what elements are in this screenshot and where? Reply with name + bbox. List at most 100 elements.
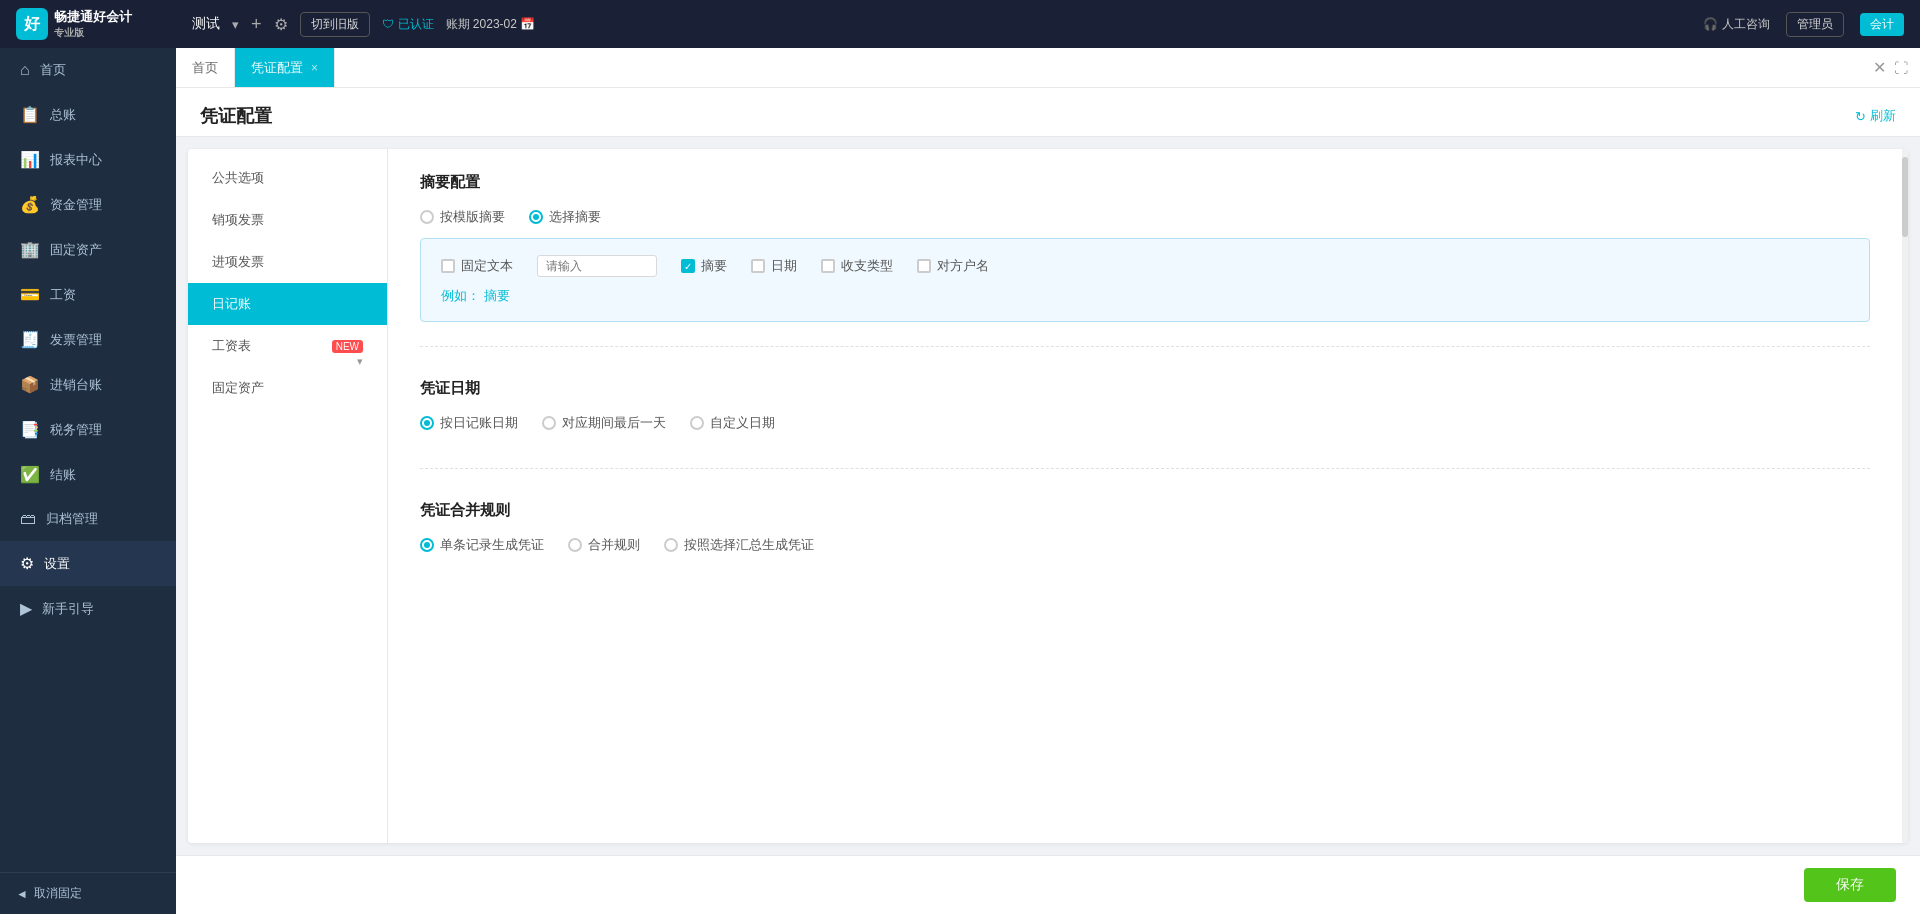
example-text: 例如： 摘要 — [441, 287, 1849, 305]
sidebar-item-settings[interactable]: ⚙ 设置 — [0, 541, 176, 586]
consult-label: 人工咨询 — [1722, 16, 1770, 33]
sidebar-label-home: 首页 — [40, 61, 66, 79]
ledger-icon: 📋 — [20, 105, 40, 124]
checkbox-fixed-text[interactable]: 固定文本 — [441, 257, 513, 275]
accountant-button[interactable]: 会计 — [1860, 13, 1904, 36]
settings-icon: ⚙ — [20, 554, 34, 573]
sidebar-item-report[interactable]: 📊 报表中心 — [0, 137, 176, 182]
tab-bar-actions: ✕ ⛶ — [1873, 58, 1920, 77]
consult-button[interactable]: 🎧 人工咨询 — [1703, 16, 1770, 33]
checkbox-payment-type[interactable]: 收支类型 — [821, 257, 893, 275]
window-close-icon[interactable]: ✕ — [1873, 58, 1886, 77]
summary-checkboxes: 固定文本 ✓ 摘要 日期 — [441, 255, 1849, 277]
salary-icon: 💳 — [20, 285, 40, 304]
sidebar-label-tax: 税务管理 — [50, 421, 102, 439]
fixed-text-input[interactable] — [537, 255, 657, 277]
topbar: 好 畅捷通好会计 专业版 测试 ▾ + ⚙ 切到旧版 🛡 已认证 账期 2023… — [0, 0, 1920, 48]
config-panel: 摘要配置 按模版摘要 选择摘要 — [388, 149, 1902, 843]
sidebar-item-invoice[interactable]: 🧾 发票管理 — [0, 317, 176, 362]
nav-item-journal[interactable]: 日记账 — [188, 283, 387, 325]
new-badge: NEW — [332, 340, 363, 353]
date-radio-group: 按日记账日期 对应期间最后一天 自定义日期 — [420, 414, 1870, 432]
trade-icon: 📦 — [20, 375, 40, 394]
radio-journal-date-circle — [420, 416, 434, 430]
sidebar-item-trade[interactable]: 📦 进销台账 — [0, 362, 176, 407]
cancel-fixed-label: 取消固定 — [34, 885, 82, 902]
company-name: 测试 — [192, 15, 220, 33]
expand-icon: ▾ — [357, 355, 363, 368]
summary-radio-template[interactable]: 按模版摘要 — [420, 208, 505, 226]
sidebar-label-settle: 结账 — [50, 466, 76, 484]
sidebar-label-settings: 设置 — [44, 555, 70, 573]
switch-version-button[interactable]: 切到旧版 — [300, 12, 370, 37]
sidebar-item-guide[interactable]: ▶ 新手引导 — [0, 586, 176, 631]
sidebar-item-capital[interactable]: 💰 资金管理 — [0, 182, 176, 227]
sidebar-label-archive: 归档管理 — [46, 510, 98, 528]
headset-icon: 🎧 — [1703, 17, 1718, 31]
date-radio-custom[interactable]: 自定义日期 — [690, 414, 775, 432]
logo-icon: 好 — [16, 8, 48, 40]
sidebar-label-capital: 资金管理 — [50, 196, 102, 214]
sidebar-item-settle[interactable]: ✅ 结账 — [0, 452, 176, 497]
merge-radio-select[interactable]: 按照选择汇总生成凭证 — [664, 536, 814, 554]
nav-item-salary-table[interactable]: 工资表 NEW ▾ — [188, 325, 387, 367]
cancel-fixed-button[interactable]: ◄ 取消固定 — [16, 885, 160, 902]
settle-icon: ✅ — [20, 465, 40, 484]
sidebar-label-report: 报表中心 — [50, 151, 102, 169]
refresh-icon: ↻ — [1855, 109, 1866, 124]
checkbox-counterparty[interactable]: 对方户名 — [917, 257, 989, 275]
summary-options-box: 固定文本 ✓ 摘要 日期 — [420, 238, 1870, 322]
guide-icon: ▶ — [20, 599, 32, 618]
summary-radio-select[interactable]: 选择摘要 — [529, 208, 601, 226]
sidebar-item-home[interactable]: ⌂ 首页 — [0, 48, 176, 92]
logo-sub-text: 专业版 — [54, 26, 132, 40]
left-nav: 公共选项 销项发票 进项发票 日记账 工资表 NEW — [188, 149, 388, 843]
radio-custom-circle — [690, 416, 704, 430]
tax-icon: 📑 — [20, 420, 40, 439]
sidebar-bottom: ◄ 取消固定 — [0, 872, 176, 914]
checkbox-date[interactable]: 日期 — [751, 257, 797, 275]
right-scrollbar[interactable] — [1902, 149, 1908, 843]
nav-item-fixed-asset[interactable]: 固定资产 — [188, 367, 387, 409]
nav-item-public[interactable]: 公共选项 — [188, 157, 387, 199]
sidebar-item-ledger[interactable]: 📋 总账 — [0, 92, 176, 137]
archive-icon: 🗃 — [20, 510, 36, 528]
sidebar-item-archive[interactable]: 🗃 归档管理 — [0, 497, 176, 541]
tab-home[interactable]: 首页 — [176, 48, 235, 87]
merge-radio-rule[interactable]: 合并规则 — [568, 536, 640, 554]
date-radio-journal[interactable]: 按日记账日期 — [420, 414, 518, 432]
example-prefix: 例如： — [441, 288, 480, 303]
window-expand-icon[interactable]: ⛶ — [1894, 60, 1908, 76]
radio-custom-label: 自定义日期 — [710, 414, 775, 432]
sidebar-label-guide: 新手引导 — [42, 600, 94, 618]
nav-item-sales[interactable]: 销项发票 — [188, 199, 387, 241]
nav-item-purchase[interactable]: 进项发票 — [188, 241, 387, 283]
company-chevron-icon[interactable]: ▾ — [232, 17, 239, 32]
refresh-button[interactable]: ↻ 刷新 — [1855, 107, 1896, 125]
radio-select-circle — [529, 210, 543, 224]
period-value: 2023-02 — [473, 17, 517, 31]
merge-radio-single[interactable]: 单条记录生成凭证 — [420, 536, 544, 554]
sidebar-item-assets[interactable]: 🏢 固定资产 — [0, 227, 176, 272]
checkbox-summary[interactable]: ✓ 摘要 — [681, 257, 727, 275]
summary-checkbox: ✓ — [681, 259, 695, 273]
fixed-text-checkbox — [441, 259, 455, 273]
gear-icon[interactable]: ⚙ — [274, 15, 288, 34]
radio-rule-circle — [568, 538, 582, 552]
tab-home-label: 首页 — [192, 59, 218, 77]
date-radio-last-day[interactable]: 对应期间最后一天 — [542, 414, 666, 432]
sidebar-item-salary[interactable]: 💳 工资 — [0, 272, 176, 317]
radio-last-day-circle — [542, 416, 556, 430]
add-icon[interactable]: + — [251, 14, 262, 35]
example-value: 摘要 — [484, 288, 510, 303]
sidebar-item-tax[interactable]: 📑 税务管理 — [0, 407, 176, 452]
save-button[interactable]: 保存 — [1804, 868, 1896, 902]
sidebar-scroll: ⌂ 首页 📋 总账 📊 报表中心 💰 资金管理 🏢 固定资产 💳 工资 — [0, 48, 176, 872]
tab-close-icon[interactable]: × — [311, 61, 318, 75]
radio-template-circle — [420, 210, 434, 224]
admin-button[interactable]: 管理员 — [1786, 12, 1844, 37]
tab-voucher-config[interactable]: 凭证配置 × — [235, 48, 335, 87]
capital-icon: 💰 — [20, 195, 40, 214]
app-logo: 好 畅捷通好会计 专业版 — [16, 8, 176, 40]
summary-radio-group: 按模版摘要 选择摘要 — [420, 208, 1870, 226]
